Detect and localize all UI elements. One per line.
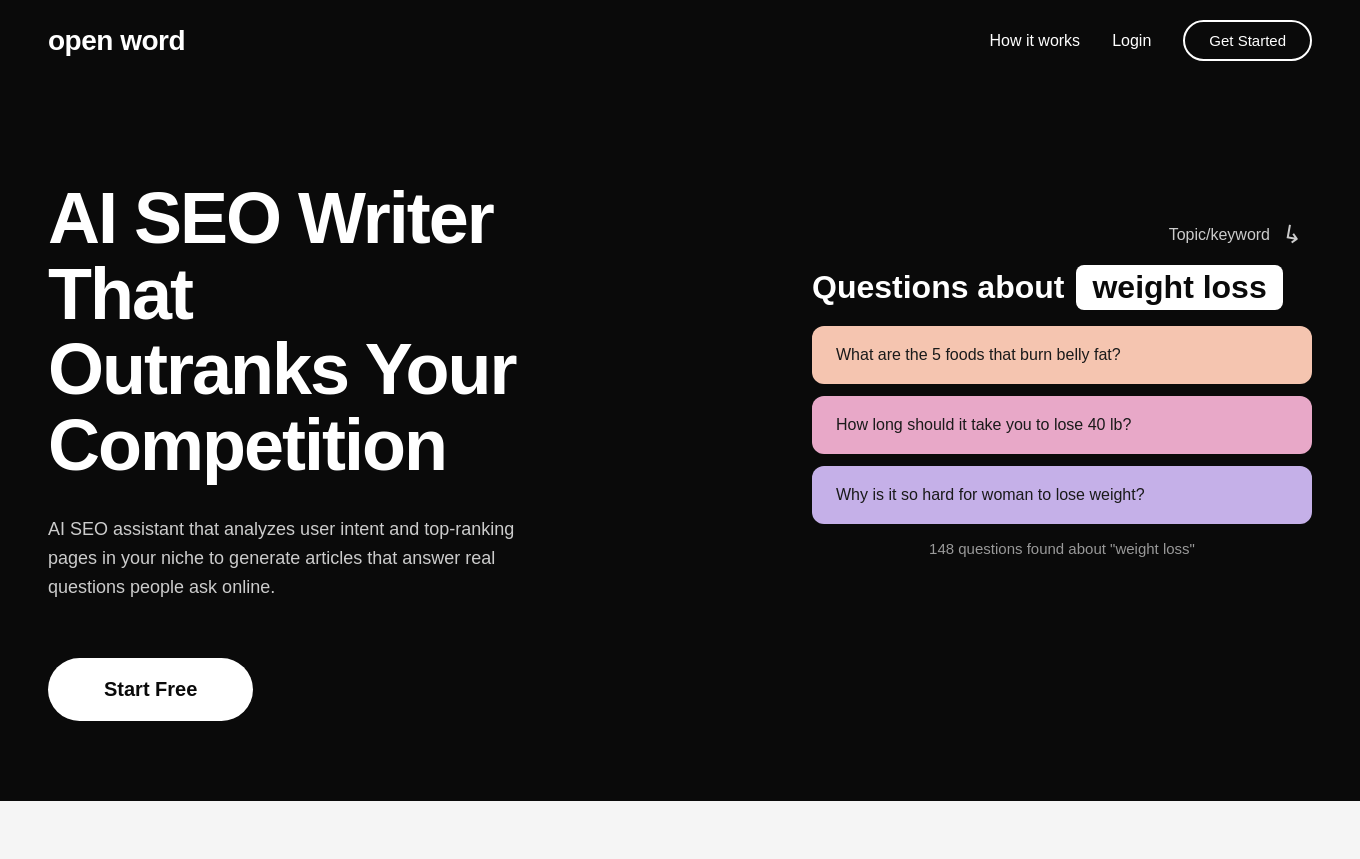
hero-title-line1: AI SEO Writer That (48, 178, 493, 334)
question-card-1[interactable]: What are the 5 foods that burn belly fat… (812, 326, 1312, 384)
question-card-3[interactable]: Why is it so hard for woman to lose weig… (812, 466, 1312, 524)
keyword-badge: weight loss (1076, 265, 1282, 310)
logo-word-highlight: word (120, 25, 185, 56)
start-free-button[interactable]: Start Free (48, 658, 253, 721)
arrow-icon: ↳ (1280, 219, 1305, 250)
hero-title-line2: Outranks Your Competition (48, 329, 515, 485)
hero-title: AI SEO Writer That Outranks Your Competi… (48, 181, 568, 483)
topic-label-text: Topic/keyword (1169, 226, 1270, 244)
topic-label-row: Topic/keyword ↳ (812, 221, 1312, 249)
hero-left: AI SEO Writer That Outranks Your Competi… (48, 161, 568, 721)
questions-about-text: Questions about (812, 269, 1064, 306)
hero-right: Topic/keyword ↳ Questions about weight l… (812, 161, 1312, 557)
questions-header: Questions about weight loss (812, 265, 1312, 310)
nav-links: How it works Login Get Started (989, 20, 1312, 61)
get-started-button[interactable]: Get Started (1183, 20, 1312, 61)
login-link[interactable]: Login (1112, 32, 1151, 50)
how-it-works-link[interactable]: How it works (989, 32, 1080, 50)
hero-section: AI SEO Writer That Outranks Your Competi… (0, 81, 1360, 801)
how-it-works-section: How it works (0, 801, 1360, 859)
navbar: open word How it works Login Get Started (0, 0, 1360, 81)
question-card-2[interactable]: How long should it take you to lose 40 l… (812, 396, 1312, 454)
hero-subtitle: AI SEO assistant that analyzes user inte… (48, 515, 528, 601)
logo: open word (48, 25, 185, 57)
questions-found: 148 questions found about "weight loss" (812, 540, 1312, 557)
logo-text: open (48, 25, 113, 56)
